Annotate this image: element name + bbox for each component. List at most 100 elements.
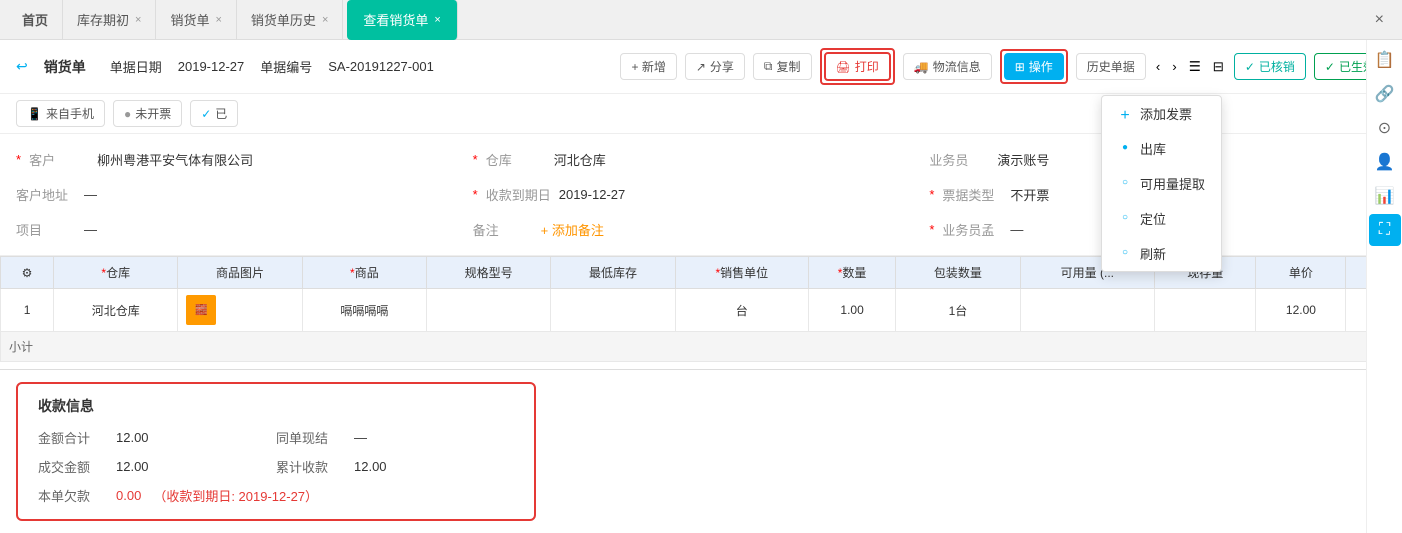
col-gear: ⚙ xyxy=(1,257,54,289)
tab-sales-label: 销货单 xyxy=(170,10,209,29)
col-price: 单价 xyxy=(1256,257,1346,289)
number-value: SA-20191227-001 xyxy=(328,59,434,74)
row-available xyxy=(1020,289,1155,332)
warehouse-field: * 仓库 河北仓库 xyxy=(473,146,930,173)
view-list[interactable]: ☰ xyxy=(1187,57,1203,77)
menu-add-invoice[interactable]: + 添加发票 xyxy=(1102,96,1221,131)
subtotal-row: 小计 xyxy=(1,332,1402,362)
tab-sales[interactable]: 销货单 × xyxy=(156,0,236,40)
due-date-field: * 收款到期日 2019-12-27 xyxy=(473,181,930,208)
customer-field: * 客户 柳州粤港平安气体有限公司 xyxy=(16,146,473,173)
this-order-row: 本单欠款 0.00 （收款到期日: 2019-12-27） xyxy=(38,484,514,507)
col-unit: *销售单位 xyxy=(675,257,808,289)
check-icon-effective: ✓ xyxy=(1325,60,1335,74)
copy-icon: ⧉ xyxy=(764,59,773,74)
ops-highlight-border: ⊞ 操作 xyxy=(1000,49,1068,84)
share-icon: ↗ xyxy=(696,60,706,74)
date-label: 单据日期 xyxy=(110,57,162,76)
dot-icon: ● xyxy=(124,107,131,121)
sidebar-link-icon[interactable]: 🔗 xyxy=(1369,78,1401,110)
col-spec: 规格型号 xyxy=(427,257,551,289)
print-icon: 🖨 xyxy=(836,60,851,74)
tab-view-sales-label: 查看销货单 xyxy=(363,10,428,29)
toolbar: + 新增 ↗ 分享 ⧉ 复制 🖨 打印 🚚 物流信息 xyxy=(620,48,1386,85)
col-product: *商品 xyxy=(302,257,426,289)
doc-icon: ↩ xyxy=(16,58,28,75)
nav-next[interactable]: › xyxy=(1170,57,1178,76)
row-qty: 1.00 xyxy=(808,289,895,332)
form-meta: 单据日期 2019-12-27 单据编号 SA-20191227-001 xyxy=(110,57,434,76)
share-button[interactable]: ↗ 分享 xyxy=(685,53,745,80)
copy-button[interactable]: ⧉ 复制 xyxy=(753,53,812,80)
sidebar-doc-icon[interactable]: 📋 xyxy=(1369,44,1401,76)
row-index: 1 xyxy=(1,289,54,332)
logistics-button[interactable]: 🚚 物流信息 xyxy=(903,53,992,80)
tab-inventory-label: 库存期初 xyxy=(77,10,129,29)
tab-history-close[interactable]: × xyxy=(322,14,328,26)
menu-available-extract[interactable]: ○ 可用量提取 xyxy=(1102,166,1221,201)
form-title: 销货单 xyxy=(44,57,86,77)
tab-inventory-close[interactable]: × xyxy=(135,14,141,26)
check-icon-sold: ✓ xyxy=(1245,60,1255,74)
check-button[interactable]: ✓ 已 xyxy=(190,100,238,127)
print-highlight-border: 🖨 打印 xyxy=(820,48,895,85)
number-label: 单据编号 xyxy=(260,57,312,76)
col-pack: 包装数量 xyxy=(896,257,1020,289)
product-image: 🧱 xyxy=(186,295,216,325)
sidebar-chart-icon[interactable]: 📊 xyxy=(1369,180,1401,212)
row-warehouse: 河北仓库 xyxy=(54,289,178,332)
refresh-icon: ○ xyxy=(1118,247,1132,261)
menu-refresh[interactable]: ○ 刷新 xyxy=(1102,236,1221,271)
history-button[interactable]: 历史单据 xyxy=(1076,53,1146,80)
right-sidebar: 📋 🔗 ⊙ 👤 📊 ⛶ xyxy=(1366,40,1402,533)
row-stock xyxy=(1155,289,1256,332)
tab-home[interactable]: 首页 xyxy=(8,0,63,40)
operations-button[interactable]: ⊞ 操作 xyxy=(1004,53,1064,80)
print-button[interactable]: 🖨 打印 xyxy=(824,52,891,81)
check-circle-icon: ✓ xyxy=(201,107,211,121)
grid-icon: ⊞ xyxy=(1015,60,1025,74)
row-spec xyxy=(427,289,551,332)
sidebar-circle-icon[interactable]: ⊙ xyxy=(1369,112,1401,144)
menu-outbound[interactable]: ● 出库 xyxy=(1102,131,1221,166)
window-close[interactable]: × xyxy=(1365,11,1394,29)
view-grid[interactable]: ⊟ xyxy=(1211,57,1226,77)
menu-locate[interactable]: ○ 定位 xyxy=(1102,201,1221,236)
tab-view-sales[interactable]: 查看销货单 × xyxy=(347,0,457,40)
outbound-icon: ● xyxy=(1118,142,1132,156)
tab-view-sales-close[interactable]: × xyxy=(434,14,440,26)
same-order-row: 同单现结 — xyxy=(276,426,514,449)
phone-icon: 📱 xyxy=(27,107,42,121)
sidebar-person-icon[interactable]: 👤 xyxy=(1369,146,1401,178)
table-area: ⚙ *仓库 商品图片 *商品 规格型号 最低库存 *销售单位 *数量 包装数量 … xyxy=(0,256,1402,369)
nav-prev[interactable]: ‹ xyxy=(1154,57,1162,76)
tab-history[interactable]: 销货单历史 × xyxy=(237,0,343,40)
total-row: 金额合计 12.00 xyxy=(38,426,276,449)
col-warehouse: *仓库 xyxy=(54,257,178,289)
bottom-section: 收款信息 金额合计 12.00 同单现结 — 成交金额 12.00 xyxy=(0,369,1402,533)
add-note-button[interactable]: + 添加备注 xyxy=(541,220,604,239)
dropdown-menu: + 添加发票 ● 出库 ○ 可用量提取 ○ 定位 ○ 刷新 xyxy=(1101,95,1222,272)
tab-bar: 首页 库存期初 × 销货单 × 销货单历史 × 查看销货单 × × xyxy=(0,0,1402,40)
row-min-stock xyxy=(551,289,675,332)
project-field: 项目 — xyxy=(16,216,473,243)
table-row: 1 河北仓库 🧱 嗝嗝嗝嗝 台 1.00 1台 12.00 xyxy=(1,289,1402,332)
locate-icon: ○ xyxy=(1118,212,1132,226)
subtotal-label: 小计 xyxy=(1,332,1402,362)
sold-button[interactable]: ✓ 已核销 xyxy=(1234,53,1306,80)
tab-home-label: 首页 xyxy=(22,10,48,29)
new-button[interactable]: + 新增 xyxy=(620,53,676,80)
col-qty: *数量 xyxy=(808,257,895,289)
tab-sales-close[interactable]: × xyxy=(215,14,221,26)
col-image: 商品图片 xyxy=(178,257,302,289)
tab-inventory[interactable]: 库存期初 × xyxy=(63,0,156,40)
sidebar-expand-icon[interactable]: ⛶ xyxy=(1369,214,1401,246)
row-price: 12.00 xyxy=(1256,289,1346,332)
address-field: 客户地址 — xyxy=(16,181,473,208)
truck-icon: 🚚 xyxy=(914,60,929,74)
not-opened-button[interactable]: ● 未开票 xyxy=(113,100,182,127)
row-pack: 1台 xyxy=(896,289,1020,332)
tab-history-label: 销货单历史 xyxy=(251,10,316,29)
from-phone-button[interactable]: 📱 来自手机 xyxy=(16,100,105,127)
transaction-row: 成交金额 12.00 xyxy=(38,455,276,478)
